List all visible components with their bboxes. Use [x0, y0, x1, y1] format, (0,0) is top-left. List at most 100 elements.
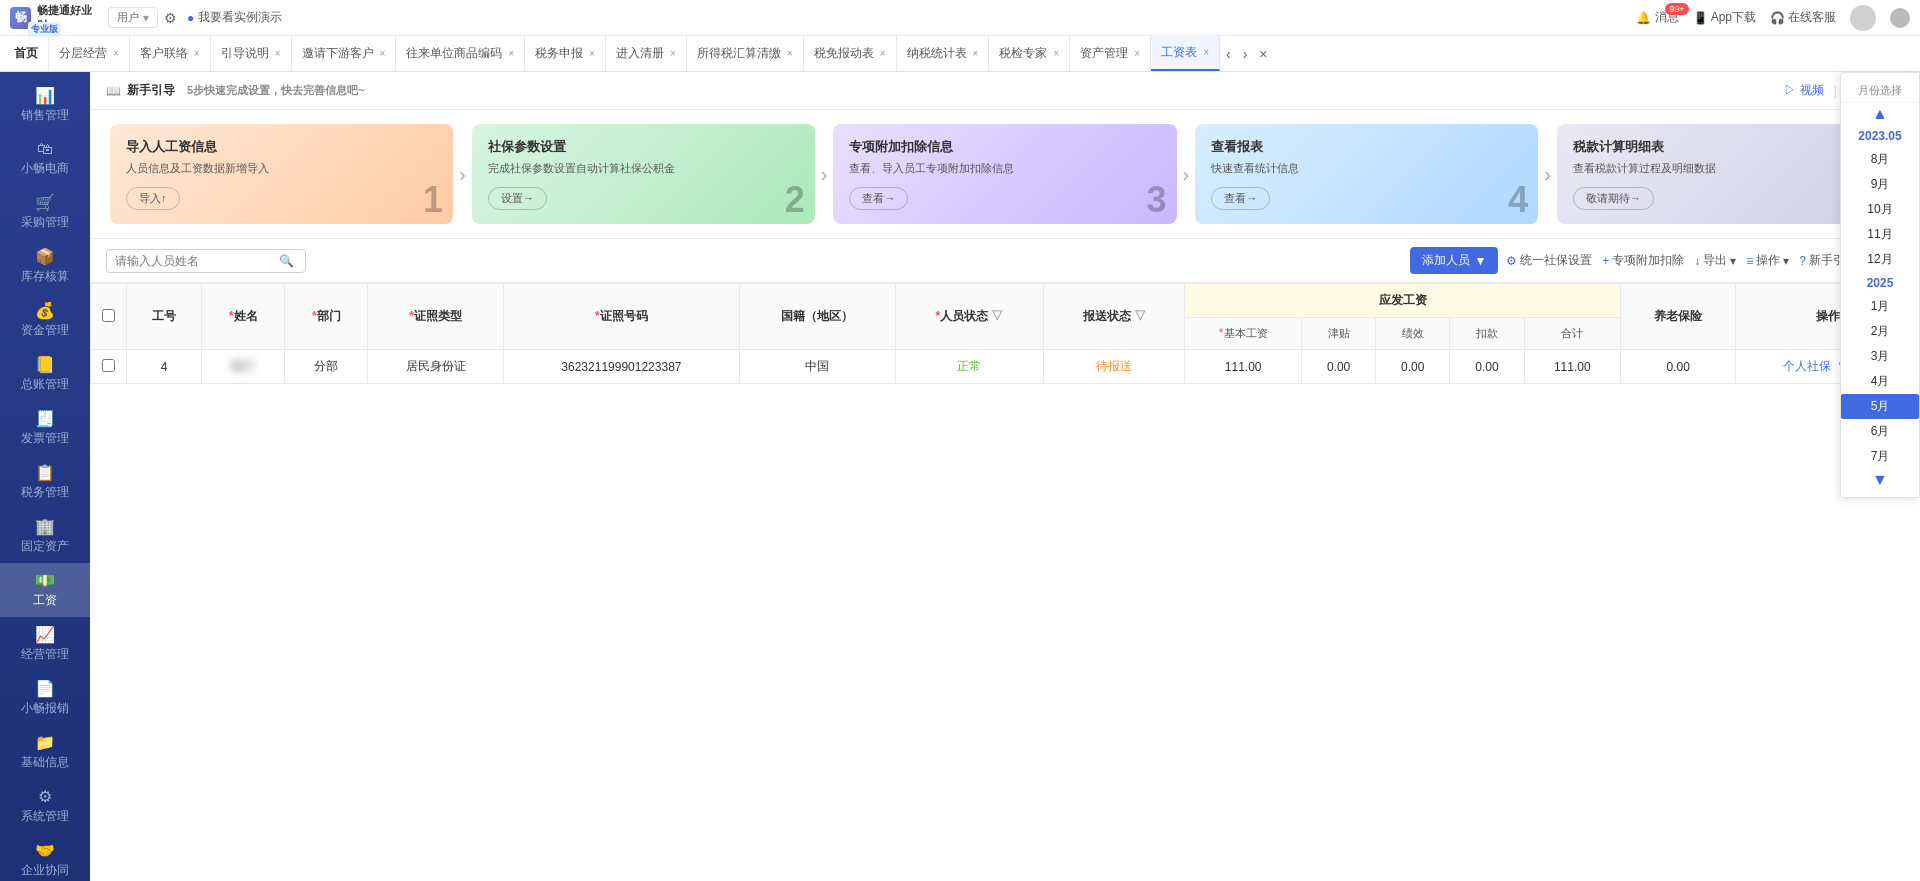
salary-table: 工号 *姓名 *部门 *证照类型 *证照号码 国籍（地区） *人员状态 ▽ 报送… — [90, 283, 1920, 384]
step-4-button[interactable]: 查看→ — [1211, 187, 1270, 210]
sidebar-item-sales-report[interactable]: 📄 小畅报销 — [0, 671, 90, 725]
tab-asset-mgmt[interactable]: 资产管理 × — [1070, 36, 1151, 71]
sidebar-item-fixed-assets[interactable]: 🏢 固定资产 — [0, 509, 90, 563]
month-item-11[interactable]: 11月 — [1841, 222, 1919, 247]
notification-button[interactable]: 🔔 消息 99+ — [1636, 9, 1679, 26]
row-checkbox[interactable] — [102, 359, 115, 372]
sidebar-item-basic-info[interactable]: 📁 基础信息 — [0, 725, 90, 779]
app-logo: 畅 畅捷通好业财 专业版 — [10, 3, 100, 33]
sidebar-item-ledger[interactable]: 📒 总账管理 — [0, 347, 90, 401]
special-deduct-button[interactable]: + 专项附加扣除 — [1602, 252, 1684, 269]
sidebar-item-inventory[interactable]: 📦 库存核算 — [0, 239, 90, 293]
settings-icon[interactable]: ⚙ — [164, 10, 177, 26]
tab-tax-stat[interactable]: 纳税统计表 × — [897, 36, 990, 71]
month-item-10[interactable]: 10月 — [1841, 197, 1919, 222]
step-3-button[interactable]: 查看→ — [849, 187, 908, 210]
step-1-button[interactable]: 导入↑ — [126, 187, 180, 210]
tab-next-icon[interactable]: › — [1237, 46, 1254, 62]
close-icon[interactable]: × — [880, 48, 886, 59]
tab-goods-code[interactable]: 往来单位商品编码 × — [396, 36, 525, 71]
tab-tax-exempt[interactable]: 税免报动表 × — [804, 36, 897, 71]
tab-invite[interactable]: 邀请下游客户 × — [292, 36, 397, 71]
month-item-4[interactable]: 4月 — [1841, 369, 1919, 394]
month-item-9[interactable]: 9月 — [1841, 172, 1919, 197]
tab-close-all-icon[interactable]: × — [1253, 46, 1273, 62]
close-icon[interactable]: × — [275, 48, 281, 59]
close-icon[interactable]: × — [194, 48, 200, 59]
sidebar-item-finance[interactable]: 💰 资金管理 — [0, 293, 90, 347]
tab-prev-icon[interactable]: ‹ — [1220, 46, 1237, 62]
tab-tax-expert[interactable]: 税检专家 × — [989, 36, 1070, 71]
step-5-button[interactable]: 敬请期待→ — [1573, 187, 1654, 210]
sidebar-item-salary[interactable]: 💵 工资 — [0, 563, 90, 617]
tab-label-home: 首页 — [14, 45, 38, 62]
unify-settings-button[interactable]: ⚙ 统一社保设置 — [1506, 252, 1592, 269]
online-service-button[interactable]: 🎧 在线客服 — [1770, 9, 1836, 26]
sidebar-item-enterprise[interactable]: 🤝 企业协同 — [0, 833, 90, 881]
close-icon[interactable]: × — [973, 48, 979, 59]
month-item-5[interactable]: 5月 — [1841, 394, 1919, 419]
close-icon[interactable]: × — [113, 48, 119, 59]
sidebar-item-operations[interactable]: 📈 经营管理 — [0, 617, 90, 671]
step-2-number: 2 — [785, 182, 805, 218]
add-person-button[interactable]: 添加人员 ▼ — [1410, 247, 1498, 274]
month-picker-panel: 月份选择 ▲ 2023.05 8月 9月 10月 11月 12月 2025 1月… — [1840, 72, 1920, 498]
tab-guide[interactable]: 引导说明 × — [211, 36, 292, 71]
sidebar-label-invoice: 发票管理 — [21, 430, 69, 447]
sidebar-label-inventory: 库存核算 — [21, 268, 69, 285]
sidebar-item-invoice[interactable]: 🧾 发票管理 — [0, 401, 90, 455]
close-icon[interactable]: × — [589, 48, 595, 59]
month-nav-down-button[interactable]: ▼ — [1841, 469, 1919, 491]
close-icon[interactable]: × — [670, 48, 676, 59]
search-input-wrapper[interactable]: 🔍 — [106, 249, 306, 273]
tab-salary[interactable]: 工资表 × — [1151, 36, 1220, 71]
tab-label-invite: 邀请下游客户 — [302, 45, 374, 62]
tab-split-mgmt[interactable]: 分层经营 × — [49, 36, 130, 71]
year-label: 2023.05 — [1858, 125, 1901, 147]
nationality-header: 国籍（地区） — [739, 284, 895, 350]
tab-home[interactable]: 首页 — [4, 36, 49, 71]
tab-label-split-mgmt: 分层经营 — [59, 45, 107, 62]
sidebar-item-tax[interactable]: 📋 税务管理 — [0, 455, 90, 509]
sidebar-item-ecommerce[interactable]: 🛍 小畅电商 — [0, 132, 90, 185]
close-icon[interactable]: × — [787, 48, 793, 59]
sidebar-item-sys-mgmt[interactable]: ⚙ 系统管理 — [0, 779, 90, 833]
close-icon[interactable]: × — [1203, 47, 1209, 58]
sidebar-item-sales[interactable]: 📊 销售管理 — [0, 78, 90, 132]
user-avatar[interactable] — [1850, 5, 1876, 31]
pension-header: 养老保险 — [1621, 284, 1736, 350]
close-icon[interactable]: × — [1134, 48, 1140, 59]
close-icon[interactable]: × — [1053, 48, 1059, 59]
month-item-3[interactable]: 3月 — [1841, 344, 1919, 369]
user-extra-icon[interactable] — [1890, 8, 1910, 28]
tab-clearbook[interactable]: 进入清册 × — [606, 36, 687, 71]
search-input[interactable] — [115, 254, 275, 268]
step-2-button[interactable]: 设置→ — [488, 187, 547, 210]
app-download-button[interactable]: 📱 App下载 — [1693, 9, 1756, 26]
month-item-1[interactable]: 1月 — [1841, 294, 1919, 319]
sidebar-label-sales-report: 小畅报销 — [21, 700, 69, 717]
sidebar-label-ecommerce: 小畅电商 — [21, 160, 69, 177]
tab-customer[interactable]: 客户联络 × — [130, 36, 211, 71]
tab-tax-calc[interactable]: 所得税汇算清缴 × — [687, 36, 804, 71]
sidebar-item-purchase[interactable]: 🛒 采购管理 — [0, 185, 90, 239]
month-nav-up-button[interactable]: ▲ — [1841, 103, 1919, 125]
export-button[interactable]: ↓ 导出 ▾ — [1694, 252, 1736, 269]
select-all-checkbox[interactable] — [102, 309, 115, 322]
row-checkbox-cell[interactable] — [91, 350, 127, 384]
close-icon[interactable]: × — [380, 48, 386, 59]
month-item-7[interactable]: 7月 — [1841, 444, 1919, 469]
month-item-6[interactable]: 6月 — [1841, 419, 1919, 444]
month-item-12[interactable]: 12月 — [1841, 247, 1919, 272]
demo-link[interactable]: ● 我要看实例演示 — [187, 9, 282, 26]
video-link[interactable]: ▷ 视频 — [1784, 82, 1823, 99]
personal-insurance-link[interactable]: 个人社保 — [1783, 359, 1831, 373]
step-1-title: 导入人工资信息 — [126, 138, 437, 156]
tab-tax-report[interactable]: 税务申报 × — [525, 36, 606, 71]
month-item-2[interactable]: 2月 — [1841, 319, 1919, 344]
month-item-8[interactable]: 8月 — [1841, 147, 1919, 172]
user-switcher[interactable]: 用户 ▾ — [108, 7, 158, 28]
step-1-desc: 人员信息及工资数据新增导入 — [126, 160, 437, 179]
operations-button[interactable]: ≡ 操作 ▾ — [1746, 252, 1789, 269]
close-icon[interactable]: × — [508, 48, 514, 59]
